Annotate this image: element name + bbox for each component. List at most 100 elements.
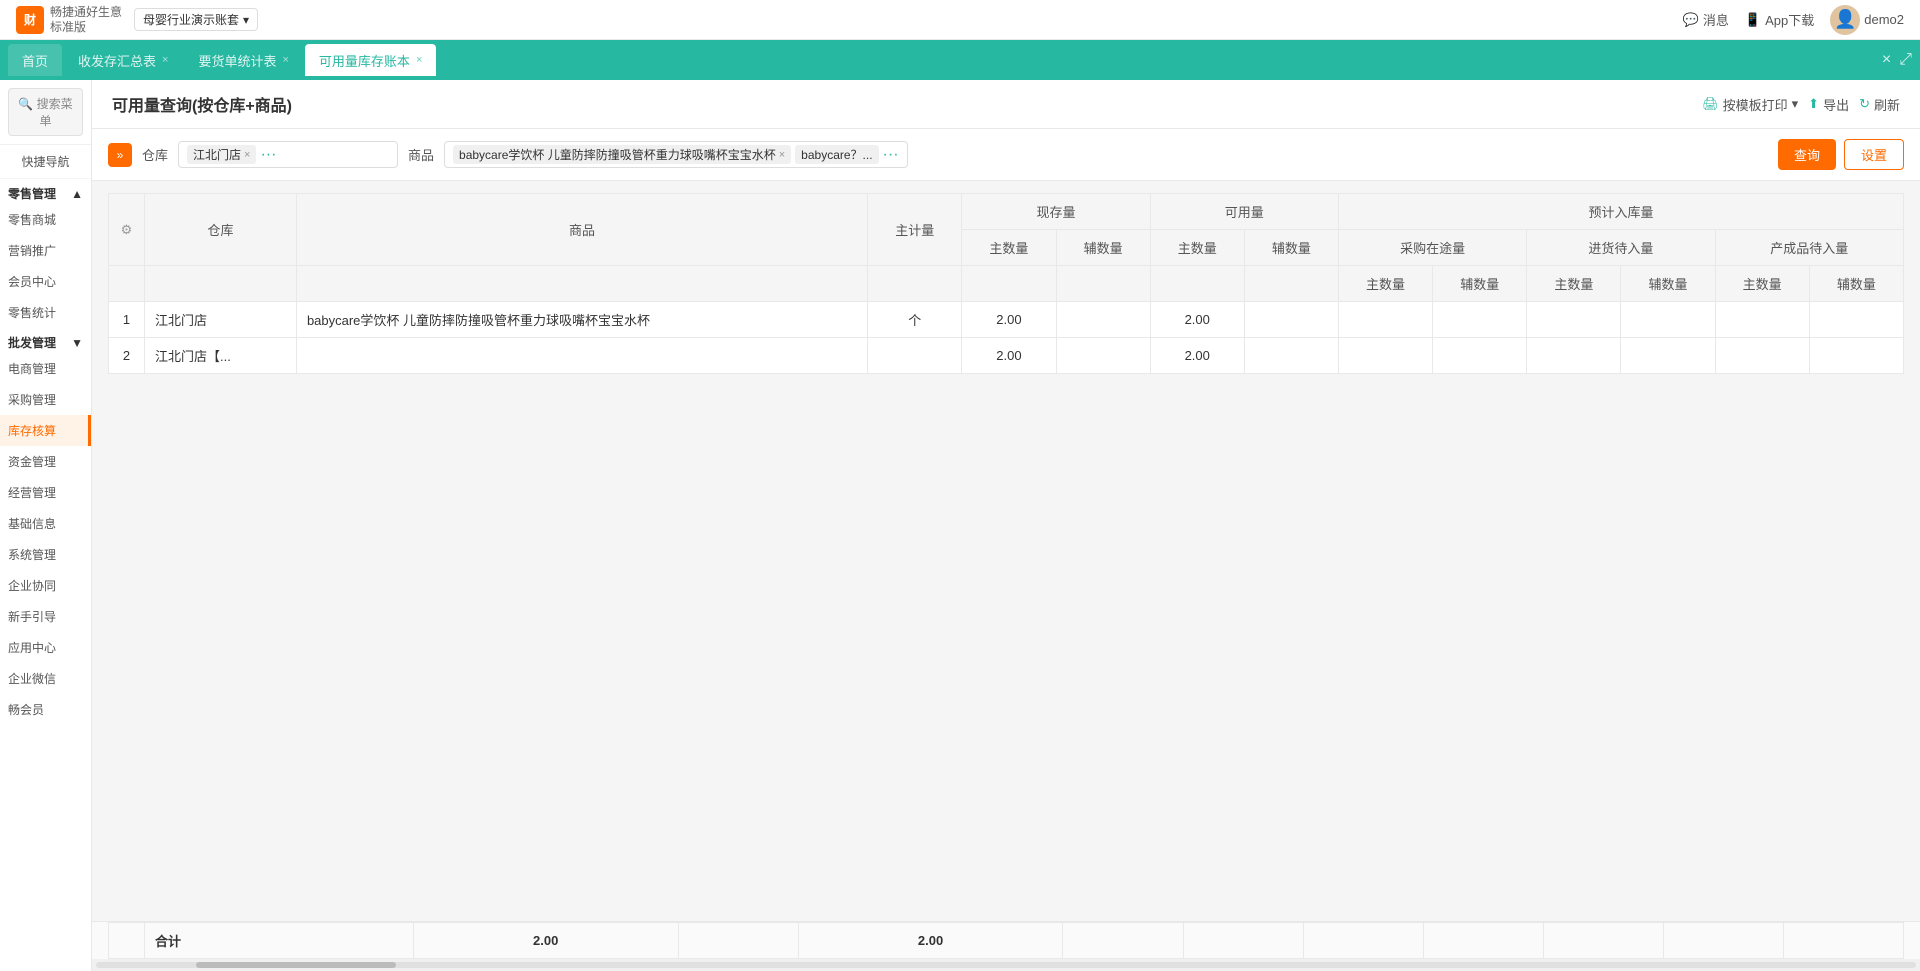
- row-inbound-main: [1527, 338, 1621, 374]
- settings-button[interactable]: 设置: [1844, 139, 1904, 170]
- col-stock-sub-header: 辅数量: [1056, 230, 1150, 266]
- product-more-icon[interactable]: ···: [883, 146, 899, 164]
- col-production-sub-header: 辅数量: [1809, 266, 1903, 302]
- product-tag-1-remove[interactable]: ×: [779, 149, 785, 161]
- tab-close-icon[interactable]: ×: [416, 54, 422, 66]
- filter-expand-button[interactable]: »: [108, 143, 132, 167]
- row-purchase-main: [1338, 338, 1432, 374]
- sidebar-item-inventory[interactable]: 库存核算: [0, 415, 91, 446]
- search-icon: 🔍: [18, 97, 33, 111]
- row-warehouse: 江北门店【...: [145, 338, 297, 374]
- tab-order-stats[interactable]: 要货单统计表 ×: [184, 44, 302, 76]
- sidebar-item-app-center[interactable]: 应用中心: [0, 632, 91, 663]
- sidebar-item-wechat[interactable]: 企业微信: [0, 663, 91, 694]
- col-forecast-group-header: 预计入库量: [1338, 194, 1903, 230]
- app-download-button[interactable]: 📱 App下载: [1745, 10, 1814, 29]
- sidebar-item-marketing[interactable]: 营销推广: [0, 235, 91, 266]
- header-actions: 🖨 按模板打印 ▾ ⬆ 导出 ↻ 刷新: [1702, 95, 1900, 114]
- export-button[interactable]: ⬆ 导出: [1808, 95, 1849, 114]
- user-area[interactable]: 👤 demo2: [1830, 5, 1904, 35]
- chevron-down-icon: ▾: [1792, 96, 1799, 112]
- filter-actions: 查询 设置: [1778, 139, 1904, 170]
- row-product: [296, 338, 867, 374]
- logo-text: 畅捷通好生意 标准版: [50, 5, 122, 34]
- table-row: 1 江北门店 babycare学饮杯 儿童防摔防撞吸管杯重力球吸嘴杯宝宝水杯 个…: [109, 302, 1904, 338]
- col-unit-header: 主计量: [868, 194, 962, 266]
- export-icon: ⬆: [1808, 96, 1819, 112]
- footer-inbound-main: [1423, 923, 1543, 959]
- tab-home[interactable]: 首页: [8, 44, 62, 76]
- chevron-down-icon: ▾: [243, 13, 249, 27]
- chevron-icon: ▲: [71, 187, 83, 201]
- close-all-button[interactable]: ×: [1882, 51, 1891, 69]
- product-input[interactable]: babycare学饮杯 儿童防摔防撞吸管杯重力球吸嘴杯宝宝水杯 × babyca…: [444, 141, 908, 168]
- footer-purchase-sub: [1303, 923, 1423, 959]
- brand-selector[interactable]: 母婴行业演示账套 ▾: [134, 8, 258, 31]
- row-production-sub: [1809, 338, 1903, 374]
- row-inbound-main: [1527, 302, 1621, 338]
- sidebar-section-wholesale[interactable]: 批发管理 ▼: [0, 328, 91, 353]
- expand-button[interactable]: ⤢: [1899, 51, 1912, 69]
- sidebar-item-enterprise[interactable]: 企业协同: [0, 570, 91, 601]
- footer-stock-sub: [678, 923, 798, 959]
- sidebar-item-retail-mall[interactable]: 零售商城: [0, 204, 91, 235]
- warehouse-more-icon[interactable]: ···: [260, 146, 276, 164]
- search-menu-button[interactable]: 🔍 搜索菜单: [8, 88, 83, 136]
- col-empty: [868, 266, 962, 302]
- tab-receive-summary[interactable]: 收发存汇总表 ×: [64, 44, 182, 76]
- sidebar-item-system[interactable]: 系统管理: [0, 539, 91, 570]
- top-bar-left: 财 畅捷通好生意 标准版 母婴行业演示账套 ▾: [16, 5, 258, 34]
- sidebar-item-members[interactable]: 会员中心: [0, 266, 91, 297]
- warehouse-input[interactable]: 江北门店 × ···: [178, 141, 398, 168]
- table-row: 2 江北门店【... 2.00 2.00: [109, 338, 1904, 374]
- tab-available-inventory[interactable]: 可用量库存账本 ×: [305, 44, 436, 76]
- col-inbound-main-header: 主数量: [1527, 266, 1621, 302]
- footer-stock-main: 2.00: [413, 923, 678, 959]
- col-stock-main-header: 主数量: [962, 230, 1056, 266]
- row-available-sub: [1244, 302, 1338, 338]
- product-tag-1: babycare学饮杯 儿童防摔防撞吸管杯重力球吸嘴杯宝宝水杯 ×: [453, 145, 791, 164]
- tab-close-icon[interactable]: ×: [282, 54, 288, 66]
- col-available-main-header: 主数量: [1150, 230, 1244, 266]
- sidebar-item-vip[interactable]: 畅会员: [0, 694, 91, 725]
- tab-close-icon[interactable]: ×: [162, 54, 168, 66]
- query-button[interactable]: 查询: [1778, 139, 1836, 170]
- sidebar-item-ecommerce[interactable]: 电商管理: [0, 353, 91, 384]
- horizontal-scrollbar[interactable]: [92, 959, 1920, 971]
- row-index: 2: [109, 338, 145, 374]
- sidebar-section-retail[interactable]: 零售管理 ▲: [0, 179, 91, 204]
- row-stock-sub: [1056, 338, 1150, 374]
- col-empty: [1244, 266, 1338, 302]
- logo-icon: 财: [16, 6, 44, 34]
- sidebar-item-finance[interactable]: 资金管理: [0, 446, 91, 477]
- sidebar-item-operations[interactable]: 经营管理: [0, 477, 91, 508]
- footer-available-sub: [1063, 923, 1183, 959]
- main-layout: 🔍 搜索菜单 快捷导航 零售管理 ▲ 零售商城 营销推广 会员中心 零售统计 批…: [0, 80, 1920, 971]
- sidebar-item-quick-nav[interactable]: 快捷导航: [0, 145, 91, 179]
- sidebar-item-basic-info[interactable]: 基础信息: [0, 508, 91, 539]
- nav-actions: × ⤢: [1882, 51, 1912, 69]
- sidebar-item-purchase[interactable]: 采购管理: [0, 384, 91, 415]
- warehouse-tag-remove[interactable]: ×: [244, 149, 250, 161]
- warehouse-tag: 江北门店 ×: [187, 145, 256, 164]
- col-inbound-sub-header: 辅数量: [1621, 266, 1715, 302]
- sidebar-item-onboarding[interactable]: 新手引导: [0, 601, 91, 632]
- col-production-group-header: 产成品待入量: [1715, 230, 1903, 266]
- page-title: 可用量查询(按仓库+商品): [112, 92, 292, 116]
- col-empty: [1150, 266, 1244, 302]
- top-bar-right: 💬 消息 📱 App下载 👤 demo2: [1683, 5, 1904, 35]
- row-purchase-main: [1338, 302, 1432, 338]
- avatar: 👤: [1830, 5, 1860, 35]
- sidebar-item-retail-stats[interactable]: 零售统计: [0, 297, 91, 328]
- col-purchase-group-header: 采购在途量: [1338, 230, 1526, 266]
- message-button[interactable]: 💬 消息: [1683, 10, 1729, 29]
- sidebar: 🔍 搜索菜单 快捷导航 零售管理 ▲ 零售商城 营销推广 会员中心 零售统计 批…: [0, 80, 92, 971]
- print-button[interactable]: 🖨 按模板打印 ▾: [1702, 95, 1798, 114]
- col-settings-header[interactable]: ⚙: [109, 194, 145, 266]
- refresh-button[interactable]: ↻ 刷新: [1859, 95, 1900, 114]
- chevron-icon: ▼: [71, 336, 83, 350]
- row-stock-main: 2.00: [962, 338, 1056, 374]
- scrollbar-thumb[interactable]: [196, 962, 396, 968]
- col-stock-group-header: 现存量: [962, 194, 1150, 230]
- logo-area: 财 畅捷通好生意 标准版: [16, 5, 122, 34]
